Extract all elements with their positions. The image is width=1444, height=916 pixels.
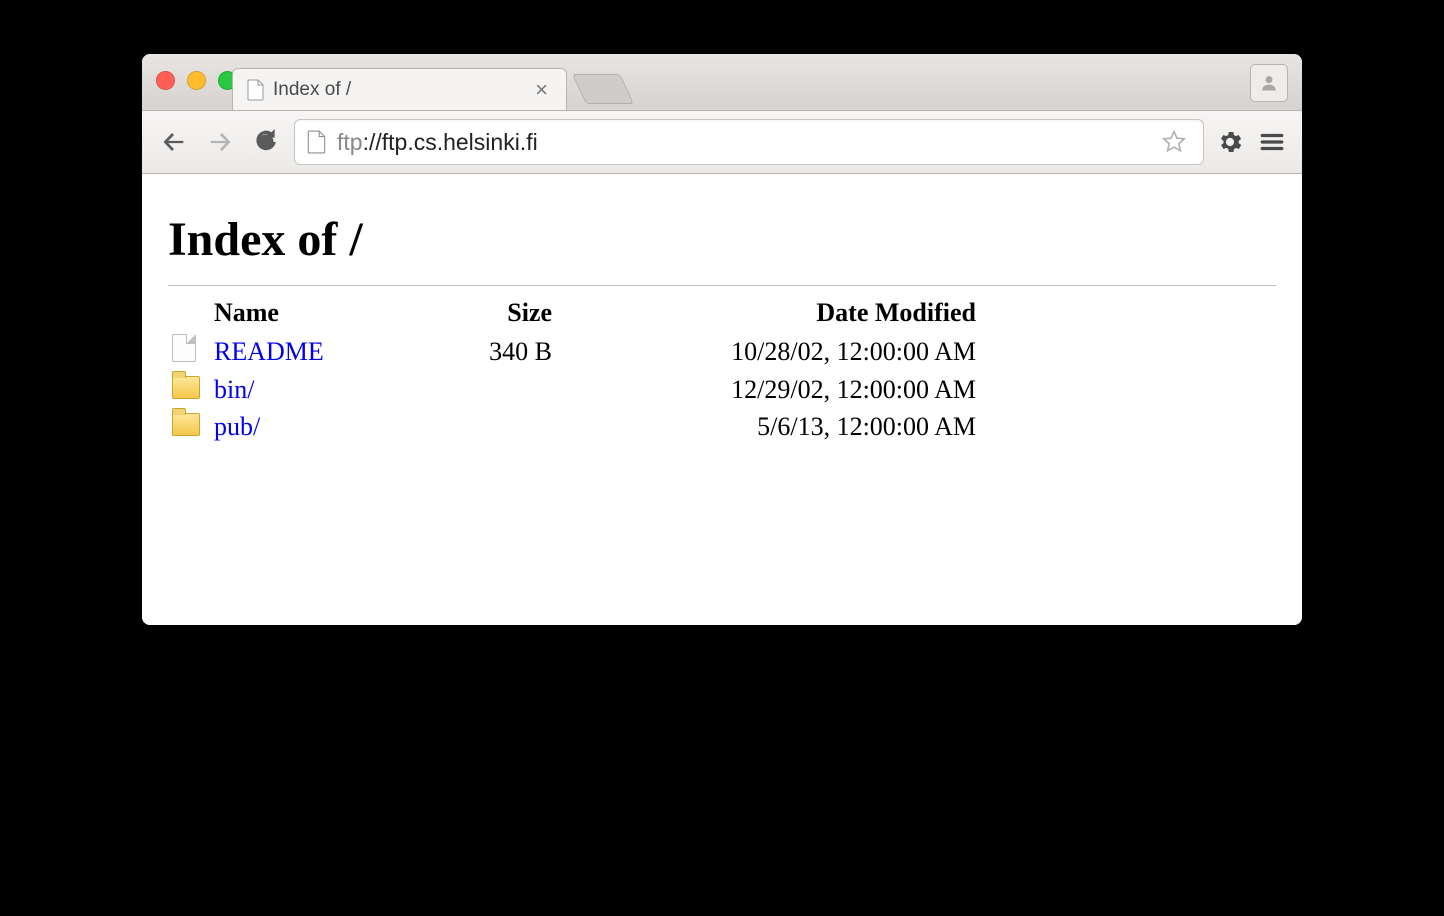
- titlebar: Index of / ×: [142, 54, 1302, 111]
- entry-link[interactable]: bin/: [214, 375, 254, 404]
- hamburger-icon: [1259, 129, 1285, 155]
- arrow-right-icon: [206, 128, 234, 156]
- back-button[interactable]: [156, 124, 192, 160]
- reload-icon: [253, 129, 279, 155]
- toolbar: ftp://ftp.cs.helsinki.fi: [142, 111, 1302, 174]
- entry-size: [418, 408, 556, 445]
- entry-link[interactable]: README: [214, 337, 324, 366]
- tab-title: Index of /: [273, 79, 531, 101]
- entry-size: [418, 371, 556, 408]
- col-size: Size: [418, 294, 556, 332]
- new-tab-button[interactable]: [572, 74, 634, 104]
- table-row: bin/12/29/02, 12:00:00 AM: [168, 371, 980, 408]
- directory-listing: Name Size Date Modified README 340 B10/28…: [168, 294, 980, 445]
- entry-date: 10/28/02, 12:00:00 AM: [556, 332, 980, 371]
- table-row: pub/5/6/13, 12:00:00 AM: [168, 408, 980, 445]
- entry-link[interactable]: pub/: [214, 412, 260, 441]
- entry-date: 5/6/13, 12:00:00 AM: [556, 408, 980, 445]
- minimize-window-button[interactable]: [187, 71, 206, 90]
- forward-button[interactable]: [202, 124, 238, 160]
- url-text[interactable]: ftp://ftp.cs.helsinki.fi: [337, 129, 1151, 156]
- gear-icon: [1216, 128, 1244, 156]
- tab-strip: Index of / ×: [232, 54, 627, 110]
- url-rest: ://ftp.cs.helsinki.fi: [363, 129, 538, 155]
- folder-icon: [168, 408, 210, 445]
- window-controls: [156, 71, 237, 90]
- page-content: Index of / Name Size Date Modified READM…: [142, 174, 1302, 625]
- file-icon: [168, 332, 210, 371]
- entry-size: 340 B: [418, 332, 556, 371]
- site-info-icon[interactable]: [307, 130, 327, 154]
- entry-name: pub/: [210, 408, 418, 445]
- col-name: Name: [210, 294, 418, 332]
- entry-name: bin/: [210, 371, 418, 408]
- arrow-left-icon: [160, 128, 188, 156]
- entry-date: 12/29/02, 12:00:00 AM: [556, 371, 980, 408]
- address-bar[interactable]: ftp://ftp.cs.helsinki.fi: [294, 119, 1204, 165]
- close-tab-icon[interactable]: ×: [531, 79, 552, 101]
- folder-icon: [168, 371, 210, 408]
- star-icon: [1161, 129, 1187, 155]
- col-date: Date Modified: [556, 294, 980, 332]
- url-scheme: ftp: [337, 129, 363, 155]
- page-icon: [247, 79, 265, 101]
- divider: [168, 285, 1276, 286]
- browser-window: Index of / × ftp://ftp.cs.helsinki.fi: [142, 54, 1302, 625]
- bookmark-button[interactable]: [1161, 129, 1191, 155]
- browser-tab[interactable]: Index of / ×: [232, 68, 567, 110]
- entry-name: README: [210, 332, 418, 371]
- table-row: README 340 B10/28/02, 12:00:00 AM: [168, 332, 980, 371]
- settings-button[interactable]: [1214, 126, 1246, 158]
- profile-button[interactable]: [1250, 64, 1288, 102]
- page-heading: Index of /: [168, 212, 1276, 267]
- header-row: Name Size Date Modified: [168, 294, 980, 332]
- menu-button[interactable]: [1256, 126, 1288, 158]
- user-icon: [1259, 73, 1279, 93]
- close-window-button[interactable]: [156, 71, 175, 90]
- reload-button[interactable]: [248, 124, 284, 160]
